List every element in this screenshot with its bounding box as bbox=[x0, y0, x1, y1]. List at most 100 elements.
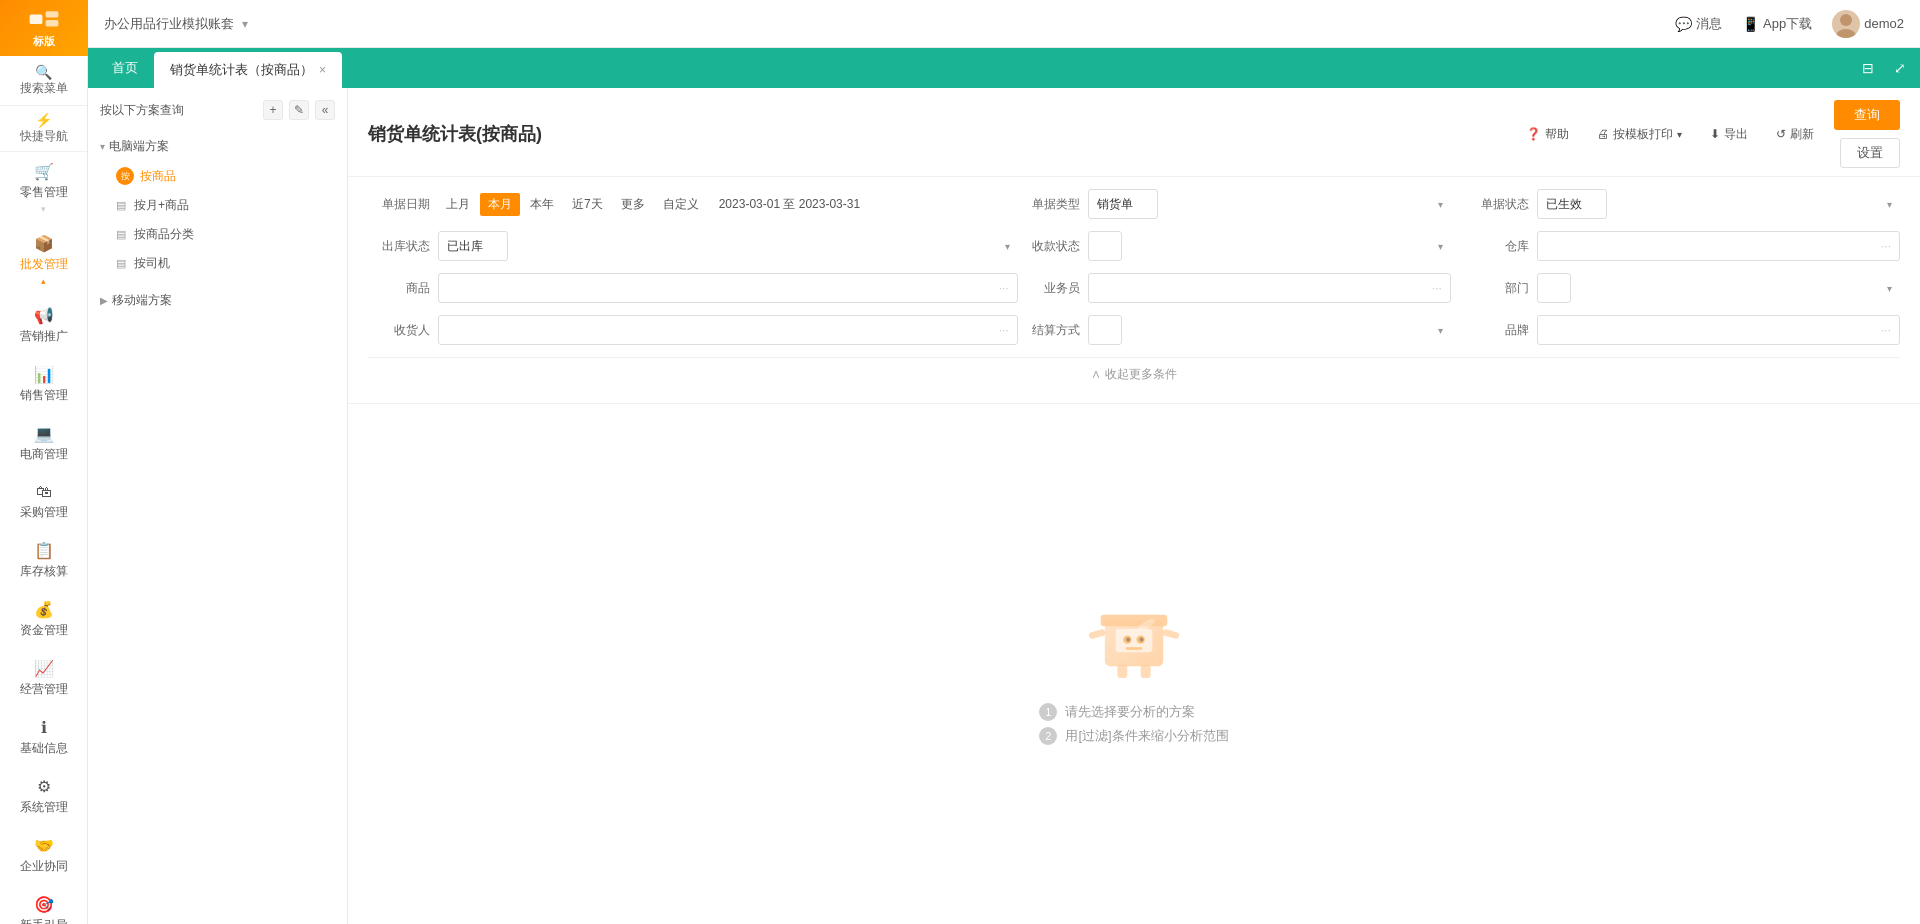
refresh-btn[interactable]: ↺ 刷新 bbox=[1768, 122, 1822, 147]
date-tab-thismonth[interactable]: 本月 bbox=[480, 193, 520, 216]
empty-tips: 1 请先选择要分析的方案 2 用[过滤]条件来缩小分析范围 bbox=[1039, 703, 1228, 745]
svg-point-3 bbox=[1840, 14, 1852, 26]
tree-parent-desktop[interactable]: ▾ 电脑端方案 bbox=[88, 132, 347, 161]
sidebar-item-system[interactable]: ⚙ 系统管理 bbox=[0, 767, 87, 826]
filter-area: 单据日期 上月 本月 本年 近7天 更多 自定义 2023- bbox=[348, 177, 1920, 404]
brand-input[interactable]: ··· bbox=[1537, 315, 1900, 345]
right-btn-group: 查询 设置 bbox=[1834, 100, 1900, 168]
doc-type-label: 单据类型 bbox=[1018, 196, 1088, 213]
sidebar-item-wholesale[interactable]: 📦 批发管理 ▴ bbox=[0, 224, 87, 296]
warehouse-input[interactable]: ··· bbox=[1537, 231, 1900, 261]
svg-rect-13 bbox=[1088, 629, 1106, 640]
help-btn[interactable]: ❓ 帮助 bbox=[1518, 122, 1577, 147]
top-header: 办公用品行业模拟账套 ▾ 💬 消息 📱 App下载 demo2 bbox=[88, 0, 1920, 48]
app-download-btn[interactable]: 📱 App下载 bbox=[1742, 15, 1812, 33]
svg-rect-2 bbox=[45, 20, 58, 26]
filter-row-1: 单据日期 上月 本月 本年 近7天 更多 自定义 2023- bbox=[368, 189, 1900, 219]
out-status-select[interactable]: 已出库 bbox=[438, 231, 1018, 261]
date-tab-custom[interactable]: 自定义 bbox=[655, 193, 707, 216]
date-tab-more[interactable]: 更多 bbox=[613, 193, 653, 216]
svg-rect-1 bbox=[45, 11, 58, 17]
page-title: 销货单统计表(按商品) bbox=[368, 122, 542, 146]
payment-select[interactable] bbox=[1088, 231, 1451, 261]
sidebar-item-guide[interactable]: 🎯 新手引导 bbox=[0, 885, 87, 924]
sidebar-item-collab[interactable]: 🤝 企业协同 bbox=[0, 826, 87, 885]
date-range[interactable]: 2023-03-01 至 2023-03-31 bbox=[719, 196, 860, 213]
department-select[interactable] bbox=[1537, 273, 1900, 303]
sidebar-item-operation[interactable]: 📈 经营管理 bbox=[0, 649, 87, 708]
sidebar-item-ecommerce[interactable]: 💻 电商管理 bbox=[0, 414, 87, 473]
collapse-btn[interactable]: ∧ 收起更多条件 bbox=[368, 357, 1900, 391]
tree-parent-mobile[interactable]: ▶ 移动端方案 bbox=[88, 286, 347, 315]
svg-rect-0 bbox=[29, 14, 42, 24]
product-label: 商品 bbox=[368, 280, 438, 297]
tree-item-by-month[interactable]: ▤ 按月+商品 bbox=[88, 191, 347, 220]
left-panel-actions: + ✎ « bbox=[263, 100, 335, 120]
tree-item-by-driver[interactable]: ▤ 按司机 bbox=[88, 249, 347, 278]
workspace-dropdown[interactable]: ▾ bbox=[242, 17, 248, 31]
svg-point-4 bbox=[1836, 29, 1856, 38]
print-btn[interactable]: 🖨 按模板打印 ▾ bbox=[1589, 122, 1690, 147]
collapse-panel-btn[interactable]: « bbox=[315, 100, 335, 120]
payment-method-select[interactable] bbox=[1088, 315, 1451, 345]
print-icon: 🖨 bbox=[1597, 127, 1609, 141]
sidebar-item-basic[interactable]: ℹ 基础信息 bbox=[0, 708, 87, 767]
doc-type-select[interactable]: 销货单 bbox=[1088, 189, 1451, 219]
tree-item-by-product[interactable]: 按 按商品 bbox=[88, 161, 347, 191]
salesperson-input[interactable]: ··· bbox=[1088, 273, 1451, 303]
left-panel-title: 按以下方案查询 bbox=[100, 102, 184, 119]
date-tabs: 上月 本月 本年 近7天 更多 自定义 bbox=[438, 193, 707, 216]
edit-scheme-btn[interactable]: ✎ bbox=[289, 100, 309, 120]
query-button[interactable]: 查询 bbox=[1834, 100, 1900, 130]
tab-bar-actions: ⊟ ⤢ bbox=[1856, 56, 1912, 80]
warehouse-label: 仓库 bbox=[1467, 238, 1537, 255]
logo: 标版 bbox=[0, 0, 88, 56]
sidebar-item-finance[interactable]: 💰 资金管理 bbox=[0, 590, 87, 649]
settings-button[interactable]: 设置 bbox=[1840, 138, 1900, 168]
date-tab-lastmonth[interactable]: 上月 bbox=[438, 193, 478, 216]
svg-rect-6 bbox=[1101, 615, 1168, 627]
sidebar: 标版 🔍 搜索菜单 ⚡ 快捷导航 🛒 零售管理 ▾ 📦 批发管理 ▴ 📢 营销推… bbox=[0, 0, 88, 924]
tab-minimize-btn[interactable]: ⊟ bbox=[1856, 56, 1880, 80]
filter-row-2: 出库状态 已出库 收款状态 bbox=[368, 231, 1900, 261]
date-picker: 上月 本月 本年 近7天 更多 自定义 2023-03-01 至 2023-03… bbox=[438, 193, 1018, 216]
export-btn[interactable]: ⬇ 导出 bbox=[1702, 122, 1756, 147]
department-label: 部门 bbox=[1467, 280, 1537, 297]
payment-label: 收款状态 bbox=[1018, 238, 1088, 255]
page-actions: ❓ 帮助 🖨 按模板打印 ▾ ⬇ 导出 ↺ 刷新 bbox=[1518, 100, 1900, 168]
tab-home[interactable]: 首页 bbox=[96, 48, 154, 88]
sidebar-item-inventory[interactable]: 📋 库存核算 bbox=[0, 531, 87, 590]
user-menu[interactable]: demo2 bbox=[1832, 10, 1904, 38]
sidebar-item-sales[interactable]: 📊 销售管理 bbox=[0, 355, 87, 414]
date-tab-thisyear[interactable]: 本年 bbox=[522, 193, 562, 216]
page-header: 销货单统计表(按商品) ❓ 帮助 🖨 按模板打印 ▾ ⬇ 导出 bbox=[348, 88, 1920, 177]
doc-status-select[interactable]: 已生效 bbox=[1537, 189, 1900, 219]
receiver-input[interactable]: ··· bbox=[438, 315, 1018, 345]
receiver-label: 收货人 bbox=[368, 322, 438, 339]
main-area: 办公用品行业模拟账套 ▾ 💬 消息 📱 App下载 demo2 首页 bbox=[88, 0, 1920, 924]
tab-close-btn[interactable]: × bbox=[319, 63, 326, 77]
product-input[interactable]: ··· bbox=[438, 273, 1018, 303]
date-tab-7days[interactable]: 近7天 bbox=[564, 193, 611, 216]
tree-item-by-category[interactable]: ▤ 按商品分类 bbox=[88, 220, 347, 249]
brand-label: 品牌 bbox=[1467, 322, 1537, 339]
header-left: 办公用品行业模拟账套 ▾ bbox=[104, 15, 248, 33]
sidebar-item-retail[interactable]: 🛒 零售管理 ▾ bbox=[0, 152, 87, 224]
svg-rect-12 bbox=[1126, 647, 1143, 650]
salesperson-label: 业务员 bbox=[1018, 280, 1088, 297]
left-panel-header: 按以下方案查询 + ✎ « bbox=[88, 100, 347, 128]
messages-btn[interactable]: 💬 消息 bbox=[1675, 15, 1722, 33]
filter-row-3: 商品 ··· 业务员 ··· 部门 bbox=[368, 273, 1900, 303]
sidebar-nav[interactable]: ⚡ 快捷导航 bbox=[0, 106, 87, 152]
tab-maximize-btn[interactable]: ⤢ bbox=[1888, 56, 1912, 80]
avatar bbox=[1832, 10, 1860, 38]
tab-active[interactable]: 销货单统计表（按商品） × bbox=[154, 52, 342, 88]
sidebar-search[interactable]: 🔍 搜索菜单 bbox=[0, 56, 87, 106]
empty-tip-1: 1 请先选择要分析的方案 bbox=[1039, 703, 1228, 721]
tab-bar: 首页 销货单统计表（按商品） × ⊟ ⤢ bbox=[88, 48, 1920, 88]
doc-status-label: 单据状态 bbox=[1467, 196, 1537, 213]
sidebar-item-marketing[interactable]: 📢 营销推广 bbox=[0, 296, 87, 355]
sidebar-item-purchase[interactable]: 🛍 采购管理 bbox=[0, 473, 87, 531]
svg-point-10 bbox=[1126, 638, 1130, 642]
add-scheme-btn[interactable]: + bbox=[263, 100, 283, 120]
